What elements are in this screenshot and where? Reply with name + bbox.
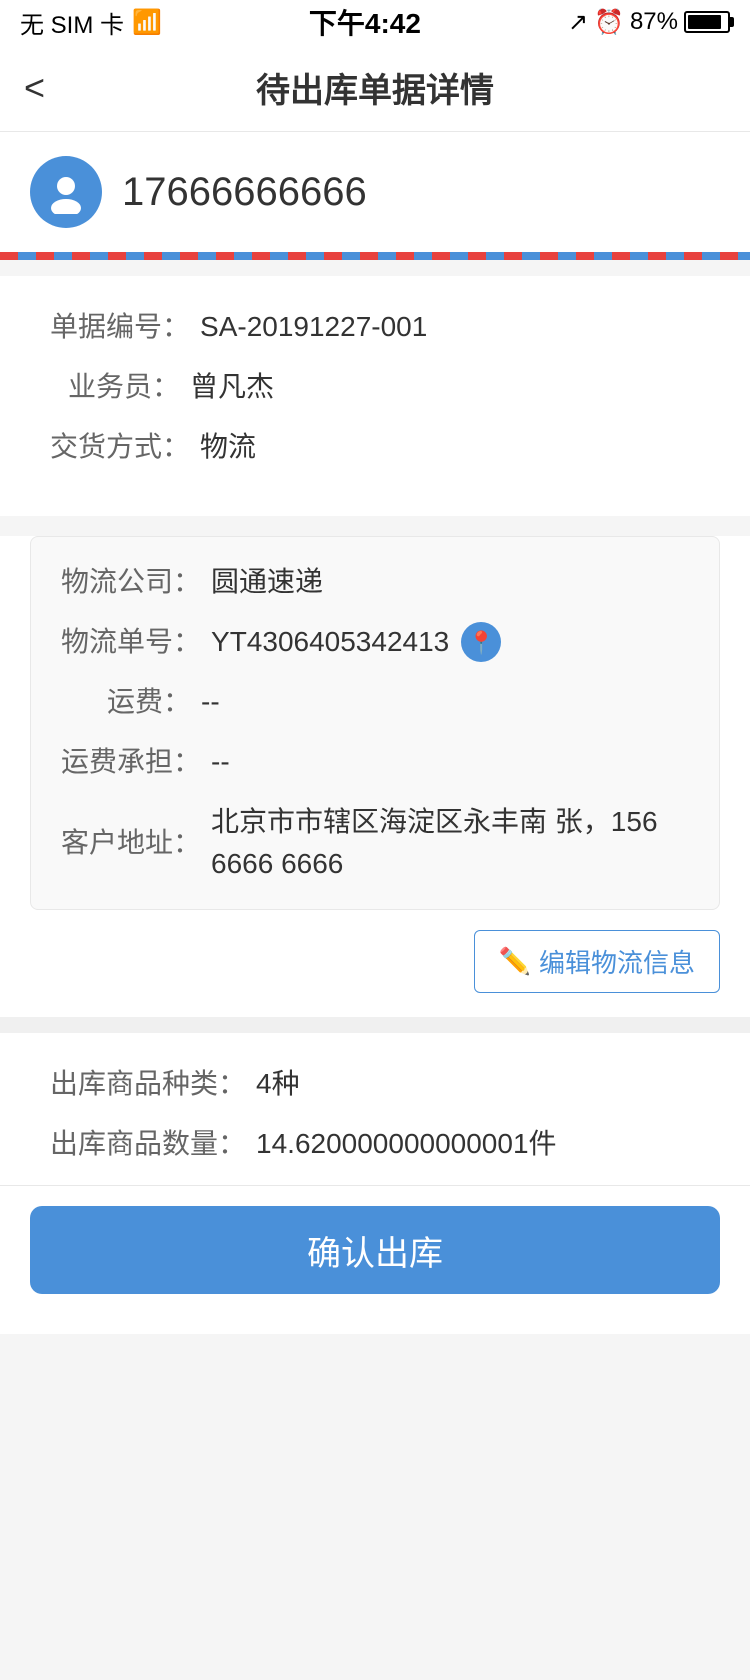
agent-value: 曾凡杰 [190, 366, 700, 408]
alarm-icon: ⏰ [594, 8, 624, 37]
user-header: 17666666666 [0, 132, 750, 252]
confirm-btn-area: 确认出库 [0, 1185, 750, 1334]
logistics-tracking-row: 物流单号： YT43064053424​13 📍 [61, 621, 689, 663]
avatar [30, 156, 102, 228]
logistics-freight-bearer-label: 运费承担： [61, 741, 201, 783]
logistics-card: 物流公司： 圆通速递 物流单号： YT43064053424​13 📍 运费： … [30, 536, 720, 910]
logistics-company-value: 圆通速递 [211, 561, 689, 603]
back-button[interactable]: < [24, 67, 45, 109]
wifi-icon: 📶 [132, 8, 162, 37]
section-divider [0, 1017, 750, 1033]
edit-logistics-label: 编辑物流信息 [539, 943, 695, 980]
product-quantity-row: 出库商品数量： 14.620000000000001件 [50, 1123, 700, 1165]
map-pin-icon[interactable]: 📍 [461, 622, 501, 662]
status-time: 下午4:42 [309, 2, 421, 42]
logistics-freight-row: 运费： -- [61, 681, 689, 723]
battery-percent: 87% [630, 8, 678, 36]
confirm-btn-label: 确认出库 [307, 1226, 443, 1275]
status-left: 无 SIM 卡 📶 [20, 5, 162, 40]
delivery-label: 交货方式： [50, 426, 190, 468]
location-icon: ↗ [568, 8, 588, 37]
document-info-section: 单据编号： SA-20191227-001 业务员： 曾凡杰 交货方式： 物流 [0, 276, 750, 516]
tracking-number: YT43064053424​13 [211, 621, 449, 663]
edit-logistics-area: ✏️ 编辑物流信息 [0, 930, 750, 1017]
logistics-freight-value: -- [201, 681, 689, 723]
logistics-address-row: 客户地址： 北京市市辖区海淀区永丰南 张，156 6666 6666 [61, 801, 689, 885]
document-number-value: SA-20191227-001 [200, 306, 700, 348]
logistics-freight-label: 运费： [61, 681, 191, 723]
logistics-freight-bearer-value: -- [211, 741, 689, 783]
agent-label: 业务员： [50, 366, 180, 408]
battery-indicator [684, 11, 730, 33]
product-type-row: 出库商品种类： 4种 [50, 1063, 700, 1105]
logistics-company-row: 物流公司： 圆通速递 [61, 561, 689, 603]
logistics-company-label: 物流公司： [61, 561, 201, 603]
logistics-tracking-value: YT43064053424​13 📍 [211, 621, 689, 663]
logistics-address-value: 北京市市辖区海淀区永丰南 张，156 6666 6666 [211, 801, 689, 885]
document-number-row: 单据编号： SA-20191227-001 [50, 306, 700, 348]
product-type-label: 出库商品种类： [50, 1063, 246, 1105]
logistics-tracking-label: 物流单号： [61, 621, 201, 663]
confirm-outbound-button[interactable]: 确认出库 [30, 1206, 720, 1294]
agent-row: 业务员： 曾凡杰 [50, 366, 700, 408]
logistics-freight-bearer-row: 运费承担： -- [61, 741, 689, 783]
nav-bar: < 待出库单据详情 [0, 44, 750, 132]
status-bar: 无 SIM 卡 📶 下午4:42 ↗ ⏰ 87% [0, 0, 750, 44]
product-type-value: 4种 [256, 1063, 700, 1105]
user-phone: 17666666666 [122, 170, 367, 215]
page-title: 待出库单据详情 [256, 63, 494, 112]
delivery-row: 交货方式： 物流 [50, 426, 700, 468]
product-quantity-label: 出库商品数量： [50, 1123, 246, 1165]
dashed-divider [0, 252, 750, 260]
logistics-address-label: 客户地址： [61, 822, 201, 864]
status-right: ↗ ⏰ 87% [568, 8, 730, 37]
delivery-value: 物流 [200, 426, 700, 468]
carrier-label: 无 SIM 卡 [20, 5, 124, 40]
product-quantity-value: 14.620000000000001件 [256, 1123, 700, 1165]
edit-logistics-button[interactable]: ✏️ 编辑物流信息 [474, 930, 720, 993]
document-number-label: 单据编号： [50, 306, 190, 348]
edit-icon: ✏️ [499, 946, 531, 977]
